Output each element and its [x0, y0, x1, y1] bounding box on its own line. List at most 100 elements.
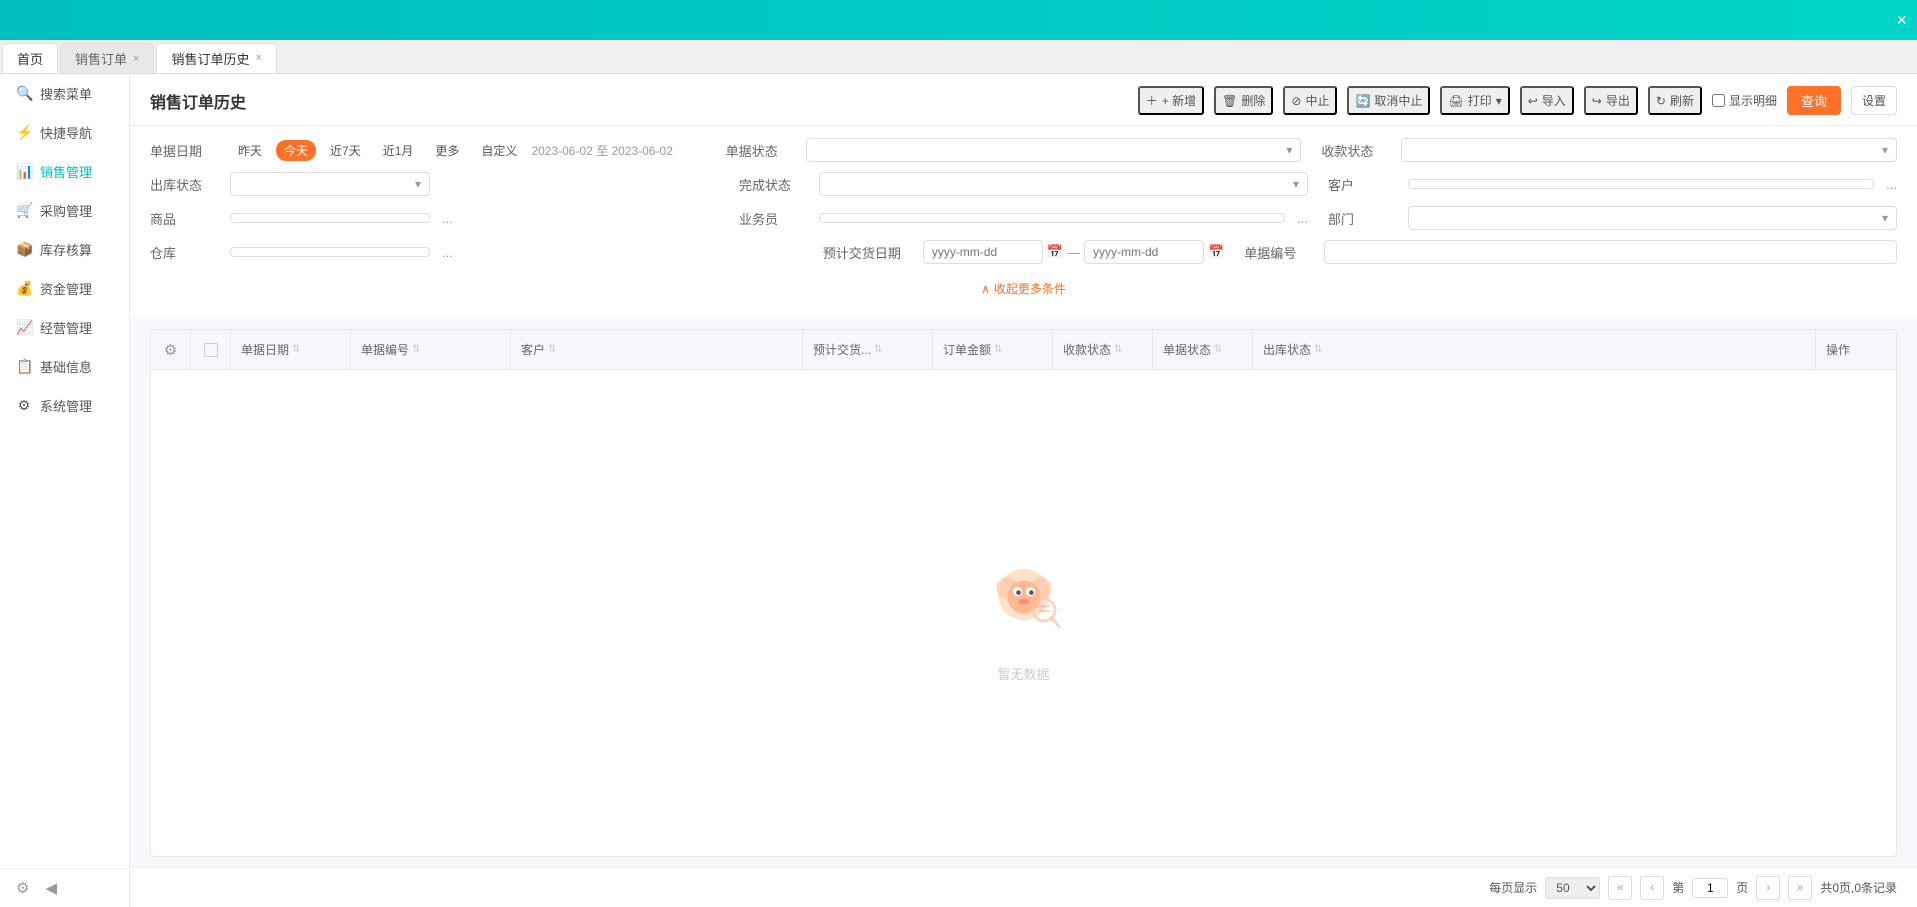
cancel-stop-button[interactable]: 🔄 取消中止 [1347, 86, 1430, 115]
query-button[interactable]: 查询 [1787, 86, 1841, 115]
th-checkbox[interactable] [191, 330, 231, 369]
th-amount[interactable]: 订单金额 ⇅ [933, 330, 1053, 369]
th-settings[interactable]: ⚙ [151, 330, 191, 369]
product-input[interactable] [230, 213, 430, 223]
collapse-button[interactable]: ∧ 收起更多条件 [981, 276, 1066, 301]
filter-area: 单据日期 昨天 今天 近7天 近1月 更多 自定义 2023-06-02 至 2… [130, 126, 1917, 319]
date-filter-label: 单据日期 [150, 141, 230, 160]
sidebar-item-system[interactable]: ⚙ 系统管理 [0, 386, 129, 425]
out-status-select: ▾ [230, 172, 719, 196]
tab-sales-history[interactable]: 销售订单历史 × [156, 43, 276, 73]
collapse-up-icon: ∧ [981, 282, 990, 296]
date-today-btn[interactable]: 今天 [276, 140, 316, 161]
settings-button[interactable]: 设置 [1851, 86, 1897, 115]
th-action: 操作 [1816, 330, 1896, 369]
th-pay-status[interactable]: 收款状态 ⇅ [1053, 330, 1153, 369]
th-date[interactable]: 单据日期 ⇅ [231, 330, 351, 369]
sidebar-item-sales[interactable]: 📊 销售管理 [0, 152, 129, 191]
customer-content: ... [1408, 177, 1897, 192]
product-dots[interactable]: ... [442, 211, 453, 226]
payment-status-dropdown[interactable]: ▾ [1401, 138, 1897, 162]
date-yesterday-btn[interactable]: 昨天 [230, 140, 270, 161]
th-order-status[interactable]: 单据状态 ⇅ [1153, 330, 1253, 369]
delete-button[interactable]: 🗑 删除 [1214, 86, 1273, 115]
warehouse-dots[interactable]: ... [442, 245, 453, 260]
sidebar-settings-icon[interactable]: ⚙ [16, 879, 29, 897]
date-custom-btn[interactable]: 自定义 [473, 140, 525, 161]
calendar-from-icon: 📅 [1047, 244, 1063, 260]
sidebar-item-purchase[interactable]: 🛒 采购管理 [0, 191, 129, 230]
tab-sales-order[interactable]: 销售订单 × [60, 43, 154, 73]
th-order-status-sort-icon: ⇅ [1214, 344, 1222, 355]
close-icon[interactable]: × [1896, 10, 1907, 31]
print-button[interactable]: 🖨 打印 ▾ [1440, 86, 1509, 115]
sidebar-collapse-icon[interactable]: ◀ [45, 879, 57, 897]
order-status-dropdown[interactable]: ▾ [806, 138, 1302, 162]
th-amount-sort-icon: ⇅ [994, 344, 1002, 355]
th-customer[interactable]: 客户 ⇅ [511, 330, 803, 369]
refresh-label: 刷新 [1670, 92, 1694, 109]
date-1month-btn[interactable]: 近1月 [375, 140, 422, 161]
delivery-date-from-input[interactable] [923, 240, 1043, 264]
department-arrow: ▾ [1882, 211, 1888, 225]
table-header: ⚙ 单据日期 ⇅ 单据编号 ⇅ 客户 ⇅ 预计交货... [151, 330, 1896, 370]
sidebar-item-search[interactable]: 🔍 搜索菜单 [0, 74, 129, 113]
th-delivery-label: 预计交货... [813, 341, 871, 358]
th-out-status[interactable]: 出库状态 ⇅ [1253, 330, 1816, 369]
complete-status-dropdown[interactable]: ▾ [819, 172, 1308, 196]
tab-sales-history-close[interactable]: × [255, 52, 261, 64]
show-columns-checkbox[interactable] [1712, 94, 1725, 107]
out-status-dropdown[interactable]: ▾ [230, 172, 430, 196]
print-dropdown-icon: ▾ [1496, 94, 1502, 108]
first-page-button[interactable]: « [1608, 876, 1632, 900]
refresh-button[interactable]: ↻ 刷新 [1648, 86, 1702, 115]
last-page-button[interactable]: » [1788, 876, 1812, 900]
filter-row-3: 商品 ... 业务员 ... 部门 [150, 206, 1897, 230]
sidebar-item-inventory[interactable]: 📦 库存核算 [0, 230, 129, 269]
order-number-input[interactable] [1324, 240, 1897, 264]
customer-input[interactable] [1408, 179, 1874, 189]
customer-dots[interactable]: ... [1886, 177, 1897, 192]
sidebar-item-search-label: 搜索菜单 [40, 84, 92, 103]
warehouse-input[interactable] [230, 247, 430, 257]
select-all-checkbox[interactable] [204, 343, 218, 357]
sidebar-item-basic-info-label: 基础信息 [40, 357, 92, 376]
export-button[interactable]: ↪ 导出 [1584, 86, 1638, 115]
department-dropdown[interactable]: ▾ [1408, 206, 1897, 230]
search-icon: 🔍 [16, 85, 32, 102]
add-button[interactable]: ＋ + 新增 [1138, 86, 1204, 115]
inventory-icon: 📦 [16, 241, 32, 258]
tab-sales-order-close[interactable]: × [133, 53, 139, 65]
order-number-content [1324, 240, 1897, 264]
empty-illustration [969, 544, 1079, 654]
stop-button[interactable]: ⊘ 中止 [1283, 86, 1337, 115]
sidebar-item-basic-info[interactable]: 📋 基础信息 [0, 347, 129, 386]
next-page-button[interactable]: › [1756, 876, 1780, 900]
delete-label: 删除 [1241, 92, 1265, 109]
per-page-select[interactable]: 10 20 50 100 [1545, 877, 1600, 899]
th-number[interactable]: 单据编号 ⇅ [351, 330, 511, 369]
th-date-sort-icon: ⇅ [292, 344, 300, 355]
date-more-btn[interactable]: 更多 [427, 140, 467, 161]
salesperson-input[interactable] [819, 213, 1285, 223]
order-status-arrow: ▾ [1286, 143, 1292, 157]
salesperson-dots[interactable]: ... [1297, 211, 1308, 226]
sidebar-item-inventory-label: 库存核算 [40, 240, 92, 259]
top-bar: × [0, 0, 1917, 40]
sidebar-item-operations[interactable]: 📈 经营管理 [0, 308, 129, 347]
date-separator: — [1067, 245, 1080, 260]
prev-page-button[interactable]: ‹ [1640, 876, 1664, 900]
column-settings-icon[interactable]: ⚙ [164, 341, 177, 359]
th-pay-status-label: 收款状态 [1063, 341, 1111, 358]
per-page-label: 每页显示 [1489, 879, 1537, 896]
current-page-input[interactable] [1692, 878, 1728, 898]
sidebar-item-finance[interactable]: 💰 资金管理 [0, 269, 129, 308]
tab-home[interactable]: 首页 [2, 43, 58, 73]
sidebar-item-quick-nav[interactable]: ⚡ 快捷导航 [0, 113, 129, 152]
import-button[interactable]: ↩ 导入 [1520, 86, 1574, 115]
th-delivery[interactable]: 预计交货... ⇅ [803, 330, 933, 369]
date-7days-btn[interactable]: 近7天 [322, 140, 369, 161]
delivery-date-to-input[interactable] [1084, 240, 1204, 264]
toolbar: ＋ + 新增 🗑 删除 ⊘ 中止 🔄 取消中止 [1138, 86, 1897, 115]
calendar-to-icon: 📅 [1208, 244, 1224, 260]
